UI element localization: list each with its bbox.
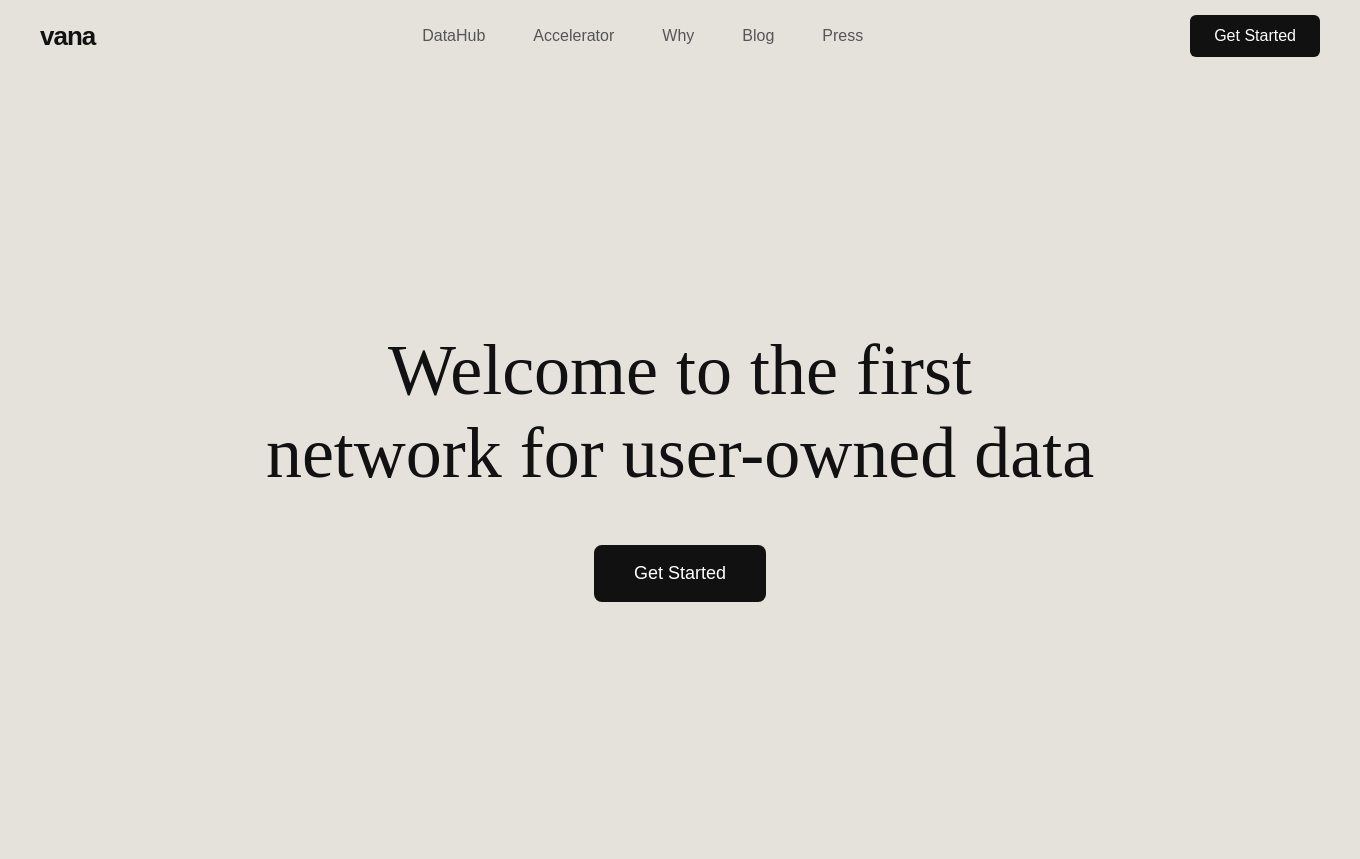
nav-item-press[interactable]: Press (822, 27, 863, 45)
nav-item-datahub[interactable]: DataHub (422, 27, 485, 45)
hero-section: Welcome to the first network for user-ow… (0, 0, 1360, 859)
hero-title-line2: network for user-owned data (266, 413, 1094, 493)
hero-get-started-button[interactable]: Get Started (594, 545, 766, 602)
nav-link-why[interactable]: Why (662, 27, 694, 44)
nav-link-datahub[interactable]: DataHub (422, 27, 485, 44)
navbar: vana DataHub Accelerator Why Blog Press … (0, 0, 1360, 72)
hero-title: Welcome to the first network for user-ow… (266, 329, 1094, 495)
nav-link-press[interactable]: Press (822, 27, 863, 44)
nav-item-why[interactable]: Why (662, 27, 694, 45)
logo[interactable]: vana (40, 21, 95, 52)
nav-link-accelerator[interactable]: Accelerator (533, 27, 614, 44)
hero-title-line1: Welcome to the first (388, 330, 972, 410)
nav-link-blog[interactable]: Blog (742, 27, 774, 44)
nav-links: DataHub Accelerator Why Blog Press (422, 27, 863, 45)
nav-item-accelerator[interactable]: Accelerator (533, 27, 614, 45)
nav-get-started-button[interactable]: Get Started (1190, 15, 1320, 57)
nav-item-blog[interactable]: Blog (742, 27, 774, 45)
